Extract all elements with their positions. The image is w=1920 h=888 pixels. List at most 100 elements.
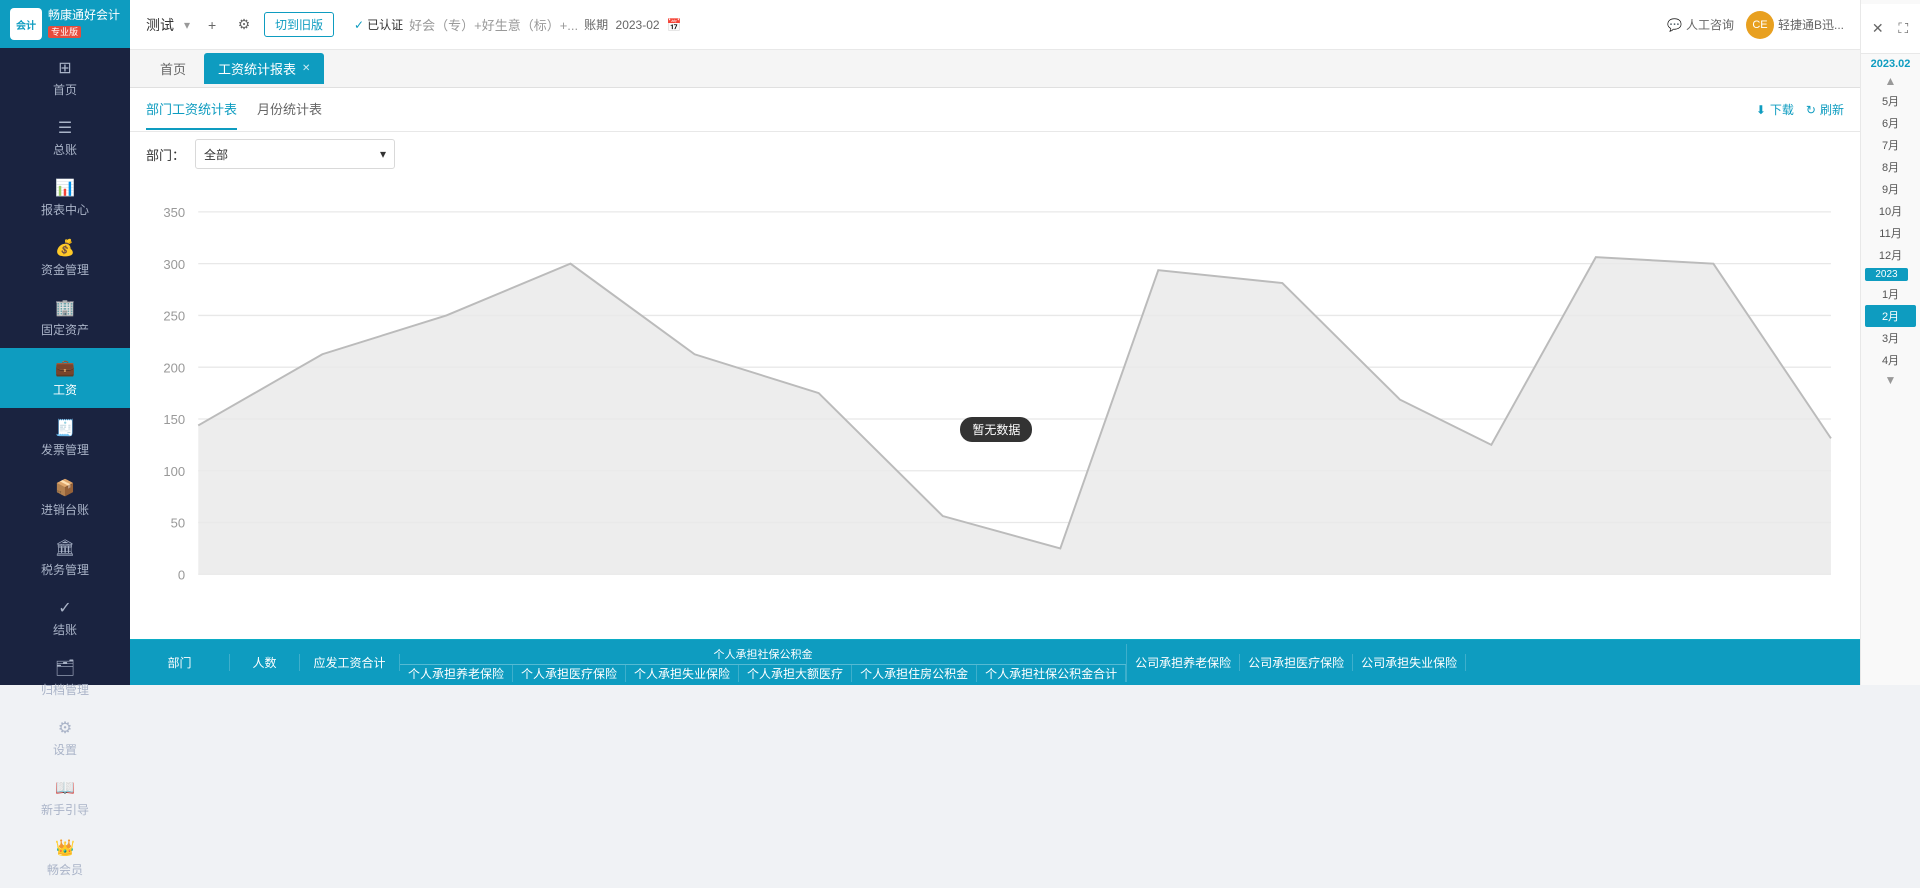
footer-unemployment-company: 公司承担失业保险 (1353, 654, 1466, 671)
refresh-icon: ↻ (1806, 103, 1816, 117)
right-panel-maximize-btn[interactable]: ⛶ (1893, 18, 1915, 40)
select-arrow-icon: ▾ (380, 147, 386, 161)
home-icon: ⊞ (58, 58, 71, 78)
subtab-dept[interactable]: 部门工资统计表 (146, 89, 237, 130)
tab-home[interactable]: 首页 (146, 53, 200, 84)
sidebar-item-ledger[interactable]: ☰ 总账 (0, 108, 130, 168)
svg-text:100: 100 (163, 464, 185, 479)
vip-icon: 👑 (55, 838, 75, 858)
right-panel-month-10[interactable]: 10月 (1865, 200, 1916, 222)
refresh-btn[interactable]: ↻ 刷新 (1806, 101, 1844, 118)
topbar-title: 测试 (146, 15, 174, 35)
right-panel-month-3[interactable]: 3月 (1865, 327, 1916, 349)
sidebar-logo: 会计 畅康通好会计 专业版 (0, 0, 130, 48)
right-panel-month-4[interactable]: 4月 (1865, 349, 1916, 371)
download-icon: ⬇ (1756, 103, 1766, 117)
consult-icon: 💬 (1667, 18, 1682, 32)
sidebar-item-vip[interactable]: 👑 畅会员 (0, 828, 130, 888)
main-area: 测试 ▾ + ⚙ 切到旧版 ✓已认证 好会（专）+好生意（标）+... 账期 2… (130, 0, 1860, 685)
footer-personal-group: 个人承担社保公积金 个人承担养老保险 个人承担医疗保险 个人承担失业保险 个人承… (400, 644, 1127, 682)
footer-unemployment-personal: 个人承担失业保险 (626, 665, 739, 682)
sidebar-item-sales[interactable]: 📦 进销台账 (0, 468, 130, 528)
sidebar-item-salary[interactable]: 💼 工资 (0, 348, 130, 408)
right-panel-month-2[interactable]: 2月 (1865, 305, 1916, 327)
right-panel-month-6[interactable]: 6月 (1865, 112, 1916, 134)
sidebar-item-home[interactable]: ⊞ 首页 (0, 48, 130, 108)
logo-icon: 会计 (10, 8, 42, 40)
svg-text:300: 300 (163, 257, 185, 272)
sidebar-item-assets[interactable]: 🏢 固定资产 (0, 288, 130, 348)
topbar-add-btn[interactable]: + (200, 13, 224, 37)
right-panel-up-btn[interactable]: ▲ (1865, 72, 1916, 90)
right-panel-month-11[interactable]: 11月 (1865, 222, 1916, 244)
calendar-icon[interactable]: 📅 (667, 18, 682, 32)
download-btn[interactable]: ⬇ 下载 (1756, 101, 1794, 118)
table-footer: 部门 人数 应发工资合计 个人承担社保公积金 个人承担养老保险 个人承担医疗保险 (130, 639, 1860, 685)
right-panel-month-9[interactable]: 9月 (1865, 178, 1916, 200)
sidebar-item-funds[interactable]: 💰 资金管理 (0, 228, 130, 288)
chart-container: 350 300 250 200 150 100 50 0 暂无数据 (130, 176, 1860, 639)
right-panel-month-12[interactable]: 12月 (1865, 244, 1916, 266)
sidebar-item-settings[interactable]: ⚙ 设置 (0, 708, 130, 768)
archive-icon: 🗂 (55, 658, 75, 678)
salary-icon: 💼 (55, 358, 75, 378)
guide-icon: 📖 (55, 778, 75, 798)
sidebar-item-closing[interactable]: ✓ 结账 (0, 588, 130, 648)
topbar-tags: ✓已认证 好会（专）+好生意（标）+... 账期 2023-02 📅 (354, 15, 682, 34)
svg-text:0: 0 (178, 568, 185, 583)
footer-medical-personal: 个人承担医疗保险 (513, 665, 626, 682)
footer-dept-col: 部门 (130, 654, 230, 671)
right-panel-close-btn[interactable]: ✕ (1867, 18, 1889, 40)
svg-text:350: 350 (163, 205, 185, 220)
salary-chart: 350 300 250 200 150 100 50 0 (146, 186, 1844, 639)
topbar-right: 💬 人工咨询 CE 轻捷通B迅... (1667, 11, 1844, 39)
svg-text:250: 250 (163, 309, 185, 324)
right-panel-year-display: 2023.02 (1865, 56, 1916, 72)
topbar: 测试 ▾ + ⚙ 切到旧版 ✓已认证 好会（专）+好生意（标）+... 账期 2… (130, 0, 1860, 50)
dept-select[interactable]: 全部 ▾ (195, 139, 395, 169)
footer-count-col: 人数 (230, 654, 300, 671)
right-panel-month-8[interactable]: 8月 (1865, 156, 1916, 178)
footer-total-col: 应发工资合计 (300, 654, 400, 671)
dept-filter-label: 部门： (146, 145, 185, 164)
sidebar-item-guide[interactable]: 📖 新手引导 (0, 768, 130, 828)
switch-old-version-btn[interactable]: 切到旧版 (264, 12, 334, 37)
tabbar: 首页 工资统计报表 ✕ (130, 50, 1860, 88)
tab-close-btn[interactable]: ✕ (302, 63, 310, 74)
ledger-icon: ☰ (58, 118, 72, 138)
footer-housing-personal: 个人承担住房公积金 (852, 665, 977, 682)
svg-text:200: 200 (163, 360, 185, 375)
logo-text: 畅康通好会计 专业版 (48, 8, 120, 39)
right-panel: ✕ ⛶ 2023.02 ▲ 5月 6月 7月 8月 9月 10月 11月 12月… (1860, 0, 1920, 685)
topbar-settings-btn[interactable]: ⚙ (232, 13, 256, 37)
svg-text:150: 150 (163, 412, 185, 427)
right-panel-month-5[interactable]: 5月 (1865, 90, 1916, 112)
avatar: CE (1746, 11, 1774, 39)
footer-medical-company: 公司承担医疗保险 (1240, 654, 1353, 671)
reports-icon: 📊 (55, 178, 75, 198)
right-panel-year-2023: 2023 (1865, 268, 1908, 281)
topbar-dropdown-arrow[interactable]: ▾ (184, 18, 190, 32)
svg-text:50: 50 (171, 516, 186, 531)
right-panel-month-1[interactable]: 1月 (1865, 283, 1916, 305)
right-panel-month-7[interactable]: 7月 (1865, 134, 1916, 156)
sidebar-nav: ⊞ 首页 ☰ 总账 📊 报表中心 💰 资金管理 🏢 固定资产 💼 工资 🧾 发票… (0, 48, 130, 888)
settings-icon: ⚙ (58, 718, 72, 738)
consult-btn[interactable]: 💬 人工咨询 (1667, 16, 1734, 33)
sidebar-item-invoice[interactable]: 🧾 发票管理 (0, 408, 130, 468)
subtab-bar: 部门工资统计表 月份统计表 ⬇ 下载 ↻ 刷新 (130, 88, 1860, 132)
sidebar-item-reports[interactable]: 📊 报表中心 (0, 168, 130, 228)
sidebar-item-tax[interactable]: 🏛 税务管理 (0, 528, 130, 588)
tab-salary-report[interactable]: 工资统计报表 ✕ (204, 53, 324, 84)
footer-pension-company: 公司承担养老保险 (1127, 654, 1240, 671)
subtab-monthly[interactable]: 月份统计表 (257, 89, 322, 130)
right-panel-header: ✕ ⛶ (1861, 4, 1920, 54)
user-profile[interactable]: CE 轻捷通B迅... (1746, 11, 1844, 39)
closing-icon: ✓ (58, 598, 71, 618)
footer-major-medical-personal: 个人承担大额医疗 (739, 665, 852, 682)
tag-certified: ✓已认证 (354, 16, 403, 33)
footer-total-personal: 个人承担社保公积金合计 (977, 665, 1126, 682)
right-panel-content: 2023.02 ▲ 5月 6月 7月 8月 9月 10月 11月 12月 202… (1861, 54, 1920, 391)
right-panel-down-btn[interactable]: ▼ (1865, 371, 1916, 389)
sidebar-item-archive[interactable]: 🗂 归档管理 (0, 648, 130, 708)
